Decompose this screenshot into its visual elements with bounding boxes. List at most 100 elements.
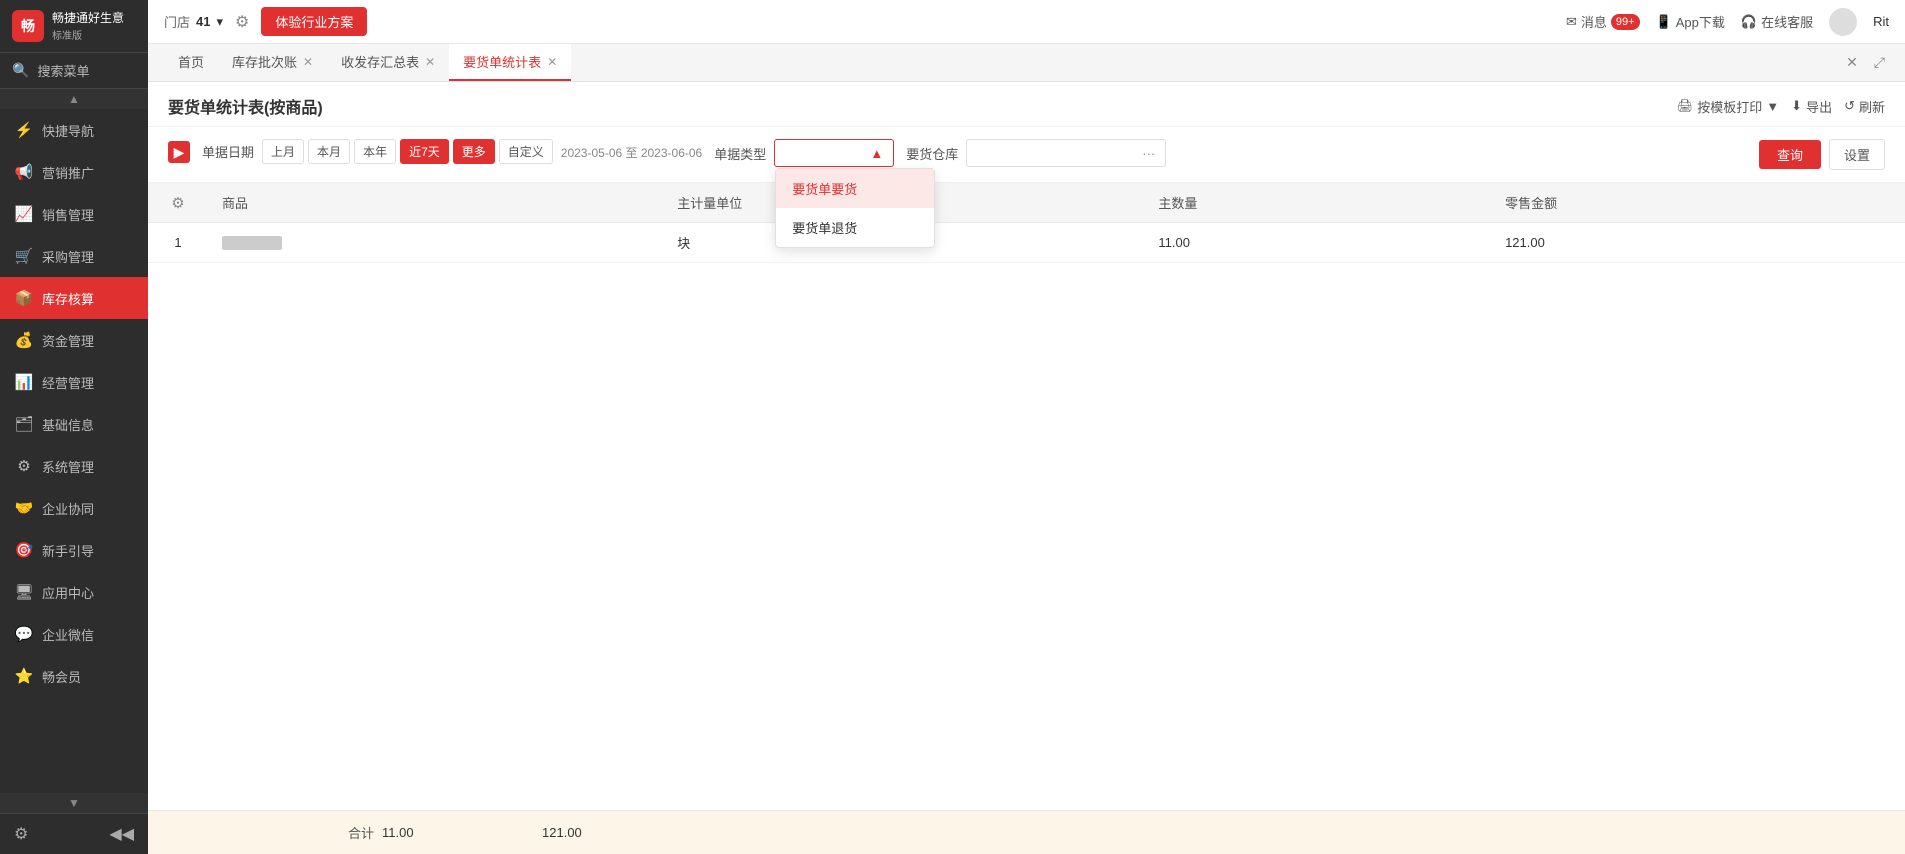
sidebar-item-purchase[interactable]: 🛒 采购管理 xyxy=(0,235,148,277)
date-btn-more[interactable]: 更多 xyxy=(453,139,495,164)
logo-sub: 标准版 xyxy=(52,27,124,42)
sidebar-item-guide[interactable]: 🎯 新手引导 xyxy=(0,529,148,571)
export-btn[interactable]: ⬇ 导出 xyxy=(1791,97,1832,116)
online-service-btn[interactable]: 🎧 在线客服 xyxy=(1741,12,1813,31)
tabs-end-controls: ✕ ⤢ xyxy=(1842,50,1889,75)
table-settings-icon[interactable]: ⚙ xyxy=(171,195,184,212)
filter-toggle-btn[interactable]: ▶ xyxy=(168,141,190,163)
scroll-up-btn[interactable]: ▲ xyxy=(0,89,148,109)
app-center-icon: 🖥 xyxy=(14,582,34,602)
filter-area: ▶ 单据日期 上月 本月 本年 近7天 更多 自定义 2023-05-06 至 … xyxy=(148,127,1905,183)
corp-wechat-icon: 💬 xyxy=(14,624,34,644)
date-btn-this[interactable]: 本月 xyxy=(308,139,350,164)
tab-requisition-stats-close[interactable]: ✕ xyxy=(547,55,557,69)
store-selector[interactable]: 门店 41 ▾ xyxy=(164,12,223,31)
cell-index: 1 xyxy=(148,223,208,263)
marketing-icon: 📢 xyxy=(14,162,34,182)
date-btn-week7[interactable]: 近7天 xyxy=(400,139,449,164)
enterprise-icon: 🤝 xyxy=(14,498,34,518)
logo-name: 畅捷通好生意 xyxy=(52,10,124,27)
tab-receive-summary-close[interactable]: ✕ xyxy=(425,55,435,69)
print-btn[interactable]: 🖨 按模板打印 ▼ xyxy=(1677,97,1779,116)
sidebar-item-finance[interactable]: 💰 资金管理 xyxy=(0,319,148,361)
tab-requisition-stats[interactable]: 要货单统计表 ✕ xyxy=(449,44,571,81)
total-values: 11.00 121.00 xyxy=(382,825,582,840)
sidebar-search[interactable]: 🔍 搜索菜单 xyxy=(0,53,148,89)
logo-icon: 畅 xyxy=(12,10,44,42)
sidebar-item-quick-nav[interactable]: ⚡ 快捷导航 xyxy=(0,109,148,151)
topbar-settings-icon[interactable]: ⚙ xyxy=(235,12,249,32)
sidebar-item-membership[interactable]: ⭐ 畅会员 xyxy=(0,655,148,697)
date-filter-group: 单据日期 上月 本月 本年 近7天 更多 自定义 2023-05-06 至 20… xyxy=(202,139,702,164)
sidebar-item-app-center[interactable]: 🖥 应用中心 xyxy=(0,571,148,613)
tab-receive-summary[interactable]: 收发存汇总表 ✕ xyxy=(327,44,449,81)
sidebar-bottom: ⚙ ◀◀ xyxy=(0,813,148,854)
quick-nav-icon: ⚡ xyxy=(14,120,34,140)
settings-bottom-icon[interactable]: ⚙ xyxy=(14,824,28,844)
sidebar-item-inventory[interactable]: 📦 库存核算 xyxy=(0,277,148,319)
page-header: 要货单统计表(按商品) 🖨 按模板打印 ▼ ⬇ 导出 ↺ 刷新 xyxy=(148,82,1905,127)
sidebar-item-enterprise[interactable]: 🤝 企业协同 xyxy=(0,487,148,529)
print-expand-icon[interactable]: ▼ xyxy=(1766,99,1779,114)
dropdown-option-return[interactable]: 要货单退货 xyxy=(776,208,934,247)
date-btn-year[interactable]: 本年 xyxy=(354,139,396,164)
store-label: 门店 xyxy=(164,12,190,31)
cell-qty: 11.00 xyxy=(1144,223,1491,263)
page-title: 要货单统计表(按商品) xyxy=(168,94,323,118)
table-row: 1 块 11.00 121.00 xyxy=(148,223,1905,263)
cell-product xyxy=(208,223,663,263)
dropdown-option-order[interactable]: 要货单要货 xyxy=(776,169,934,208)
operations-icon: 📊 xyxy=(14,372,34,392)
sidebar-item-label: 基础信息 xyxy=(42,415,94,434)
tab-home[interactable]: 首页 xyxy=(164,44,218,81)
tabs-close-all-btn[interactable]: ✕ xyxy=(1842,50,1862,75)
table-header-row: ⚙ 商品 主计量单位 主数量 零售金额 xyxy=(148,183,1905,223)
sidebar-item-label: 新手引导 xyxy=(42,541,94,560)
sidebar-item-system[interactable]: ⚙ 系统管理 xyxy=(0,445,148,487)
warehouse-select-box[interactable]: ··· xyxy=(966,139,1166,167)
trial-btn[interactable]: 体验行业方案 xyxy=(261,7,367,36)
sidebar-item-label: 企业微信 xyxy=(42,625,94,644)
search-icon: 🔍 xyxy=(12,62,29,79)
export-icon: ⬇ xyxy=(1791,98,1802,114)
date-btn-custom[interactable]: 自定义 xyxy=(499,139,553,164)
sidebar-item-label: 经营管理 xyxy=(42,373,94,392)
type-filter-group: 单据类型 ▲ 要货单要货 要货单退货 xyxy=(714,139,894,167)
query-btn[interactable]: 查询 xyxy=(1759,140,1821,169)
sidebar: 畅 畅捷通好生意 标准版 🔍 搜索菜单 ▲ ⚡ 快捷导航 📢 营销推广 📈 销售… xyxy=(0,0,148,854)
col-product: 商品 xyxy=(208,183,663,223)
sidebar-logo: 畅 畅捷通好生意 标准版 xyxy=(0,0,148,53)
purchase-icon: 🛒 xyxy=(14,246,34,266)
service-icon: 🎧 xyxy=(1741,14,1757,30)
tab-inventory-batch-close[interactable]: ✕ xyxy=(303,55,313,69)
store-dropdown-icon: ▾ xyxy=(216,14,223,30)
tab-requisition-stats-label: 要货单统计表 xyxy=(463,52,541,71)
sidebar-item-corp-wechat[interactable]: 💬 企业微信 xyxy=(0,613,148,655)
table-footer: 合计 11.00 121.00 xyxy=(148,810,1905,854)
collapse-sidebar-btn[interactable]: ◀◀ xyxy=(109,824,134,844)
scroll-down-btn[interactable]: ▼ xyxy=(0,793,148,813)
sidebar-item-base-info[interactable]: 🗂 基础信息 xyxy=(0,403,148,445)
messages-btn[interactable]: ✉ 消息 99+ xyxy=(1566,12,1640,31)
tab-inventory-batch-label: 库存批次账 xyxy=(232,52,297,71)
app-download-btn[interactable]: 📱 App下载 xyxy=(1656,12,1725,31)
refresh-btn[interactable]: ↺ 刷新 xyxy=(1844,97,1885,116)
type-select-box[interactable]: ▲ 要货单要货 要货单退货 xyxy=(774,139,894,167)
sidebar-item-sales[interactable]: 📈 销售管理 xyxy=(0,193,148,235)
date-btn-up[interactable]: 上月 xyxy=(262,139,304,164)
guide-icon: 🎯 xyxy=(14,540,34,560)
sidebar-item-operations[interactable]: 📊 经营管理 xyxy=(0,361,148,403)
sidebar-item-marketing[interactable]: 📢 营销推广 xyxy=(0,151,148,193)
sidebar-item-label: 销售管理 xyxy=(42,205,94,224)
tab-receive-summary-label: 收发存汇总表 xyxy=(341,52,419,71)
filter-right-btns: 查询 设置 xyxy=(1759,139,1885,170)
settings-btn[interactable]: 设置 xyxy=(1829,139,1885,170)
print-icon: 🖨 xyxy=(1677,98,1694,114)
sidebar-item-label: 库存核算 xyxy=(42,289,94,308)
user-avatar[interactable] xyxy=(1829,8,1857,36)
tab-inventory-batch[interactable]: 库存批次账 ✕ xyxy=(218,44,327,81)
tabs-expand-btn[interactable]: ⤢ xyxy=(1870,50,1889,75)
col-qty: 主数量 xyxy=(1144,183,1491,223)
col-amount: 零售金额 xyxy=(1491,183,1905,223)
sidebar-item-label: 畅会员 xyxy=(42,667,81,686)
